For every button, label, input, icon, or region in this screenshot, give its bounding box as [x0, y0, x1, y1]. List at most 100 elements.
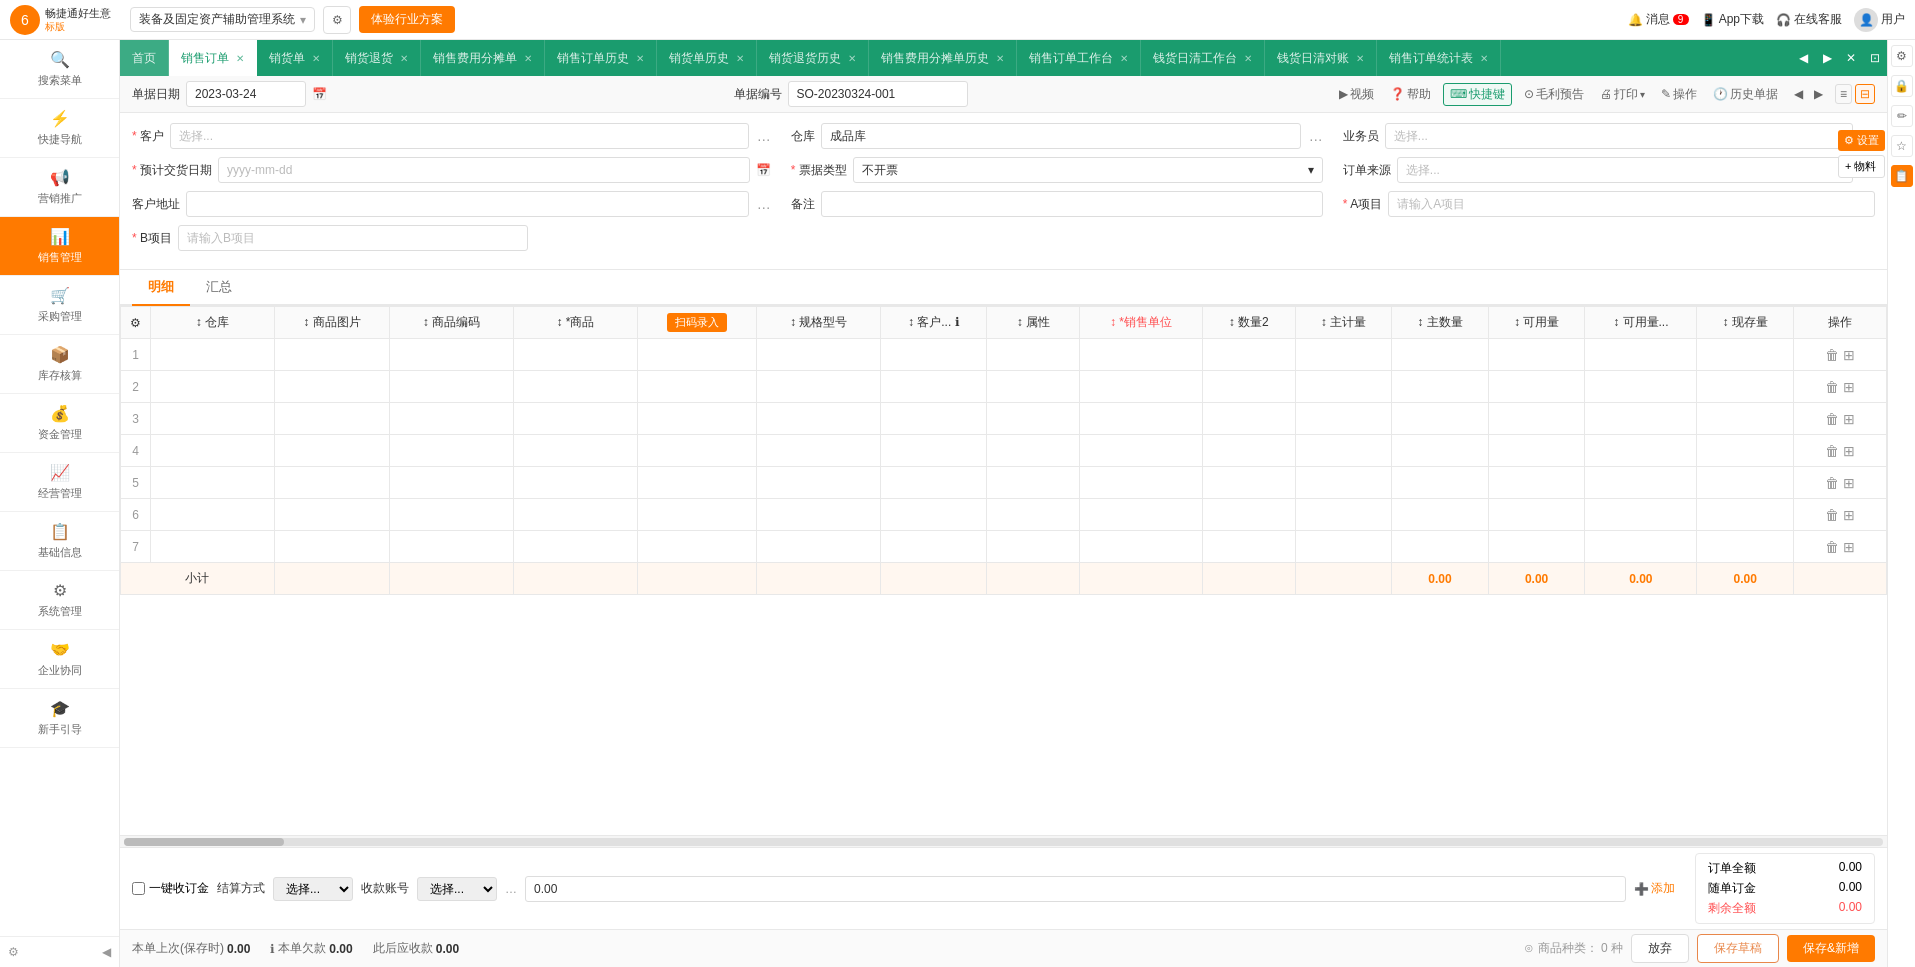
sidebar-item-basic[interactable]: 📋 基础信息	[0, 512, 119, 571]
row-avail2-3[interactable]	[1585, 403, 1697, 435]
row-main-unit-4[interactable]	[1295, 435, 1392, 467]
row-avail-6[interactable]	[1488, 499, 1585, 531]
tab-close-return[interactable]: ✕	[400, 53, 408, 64]
user-btn[interactable]: 👤 用户	[1854, 8, 1905, 32]
row-warehouse-4[interactable]	[151, 435, 275, 467]
th-code[interactable]: ↕ 商品编码	[390, 307, 514, 339]
sidebar-item-collaboration[interactable]: 🤝 企业协同	[0, 630, 119, 689]
th-unit[interactable]: ↕ *销售单位	[1080, 307, 1202, 339]
row-img-3[interactable]	[274, 403, 389, 435]
invoice-select[interactable]: 不开票 ▾	[853, 157, 1323, 183]
tab-invoice-history[interactable]: 销货单历史 ✕	[657, 40, 757, 76]
row-stock-7[interactable]	[1697, 531, 1794, 563]
delete-row-7-btn[interactable]: 🗑	[1825, 539, 1839, 555]
row-spec-2[interactable]	[757, 371, 881, 403]
address-input[interactable]	[186, 191, 749, 217]
row-avail2-6[interactable]	[1585, 499, 1697, 531]
print-btn[interactable]: 🖨 打印 ▾	[1596, 84, 1649, 105]
customer-more-btn[interactable]: …	[757, 128, 771, 144]
row-stock-5[interactable]	[1697, 467, 1794, 499]
row-unit-2[interactable]	[1080, 371, 1202, 403]
row-code-1[interactable]	[390, 339, 514, 371]
row-attr-1[interactable]	[987, 339, 1080, 371]
profit-btn[interactable]: ⊙ 毛利预告	[1520, 84, 1588, 105]
account-select[interactable]: 选择...	[417, 877, 497, 901]
th-spec[interactable]: ↕ 规格型号	[757, 307, 881, 339]
th-name[interactable]: ↕ *商品	[513, 307, 637, 339]
row-customer-7[interactable]	[881, 531, 987, 563]
row-stock-6[interactable]	[1697, 499, 1794, 531]
row-stock-1[interactable]	[1697, 339, 1794, 371]
th-avail2[interactable]: ↕ 可用量...	[1585, 307, 1697, 339]
table-container[interactable]: ⚙ ↕ 仓库 ↕ 商品图片 ↕ 商品编码 ↕ *商品	[120, 306, 1887, 835]
row-qty2-4[interactable]	[1202, 435, 1295, 467]
online-support-btn[interactable]: 🎧 在线客服	[1776, 11, 1842, 28]
delivery-calendar-icon[interactable]: 📅	[756, 163, 771, 177]
tab-close-return-history[interactable]: ✕	[848, 53, 856, 64]
row-name-5[interactable]	[513, 467, 637, 499]
row-name-3[interactable]	[513, 403, 637, 435]
row-main-qty-7[interactable]	[1392, 531, 1489, 563]
row-stock-3[interactable]	[1697, 403, 1794, 435]
row-avail-4[interactable]	[1488, 435, 1585, 467]
row-qty2-6[interactable]	[1202, 499, 1295, 531]
row-spec-5[interactable]	[757, 467, 881, 499]
date-input[interactable]	[186, 81, 306, 107]
row-avail2-7[interactable]	[1585, 531, 1697, 563]
th-stock[interactable]: ↕ 现存量	[1697, 307, 1794, 339]
tab-daily-workbench[interactable]: 钱货日清工作台 ✕	[1141, 40, 1265, 76]
tab-close-order-workbench[interactable]: ✕	[1120, 53, 1128, 64]
notice-btn[interactable]: 🔔 消息 9	[1628, 11, 1689, 28]
row-img-4[interactable]	[274, 435, 389, 467]
delete-row-5-btn[interactable]: 🗑	[1825, 475, 1839, 491]
tab-home[interactable]: 首页	[120, 40, 169, 76]
row-name-6[interactable]	[513, 499, 637, 531]
tab-close-sales-order[interactable]: ✕	[236, 53, 244, 64]
row-spec-3[interactable]	[757, 403, 881, 435]
staff-input[interactable]: 选择...	[1385, 123, 1853, 149]
row-attr-2[interactable]	[987, 371, 1080, 403]
th-attr[interactable]: ↕ 属性	[987, 307, 1080, 339]
scrollbar-thumb[interactable]	[124, 838, 284, 846]
tab-detail[interactable]: 明细	[132, 270, 190, 306]
source-input[interactable]: 选择...	[1397, 157, 1853, 183]
row-attr-6[interactable]	[987, 499, 1080, 531]
tab-close-cost-split[interactable]: ✕	[524, 53, 532, 64]
row-main-qty-2[interactable]	[1392, 371, 1489, 403]
help-btn[interactable]: ❓ 帮助	[1386, 84, 1435, 105]
row-warehouse-6[interactable]	[151, 499, 275, 531]
customer-input[interactable]: 选择...	[170, 123, 749, 149]
row-unit-3[interactable]	[1080, 403, 1202, 435]
tab-close-invoice-history[interactable]: ✕	[736, 53, 744, 64]
row-img-1[interactable]	[274, 339, 389, 371]
row-unit-6[interactable]	[1080, 499, 1202, 531]
sidebar-item-purchase[interactable]: 🛒 采购管理	[0, 276, 119, 335]
row-main-unit-1[interactable]	[1295, 339, 1392, 371]
th-qty2[interactable]: ↕ 数量2	[1202, 307, 1295, 339]
th-customer[interactable]: ↕ 客户... ℹ	[881, 307, 987, 339]
delete-row-4-btn[interactable]: 🗑	[1825, 443, 1839, 459]
row-customer-2[interactable]	[881, 371, 987, 403]
sidebar-item-management[interactable]: 📈 经营管理	[0, 453, 119, 512]
tab-cost-history[interactable]: 销售费用分摊单历史 ✕	[869, 40, 1017, 76]
tab-close-sales-invoice[interactable]: ✕	[312, 53, 320, 64]
row-main-qty-5[interactable]	[1392, 467, 1489, 499]
row-main-qty-4[interactable]	[1392, 435, 1489, 467]
th-main-qty[interactable]: ↕ 主数量	[1392, 307, 1489, 339]
row-warehouse-3[interactable]	[151, 403, 275, 435]
row-code-6[interactable]	[390, 499, 514, 531]
copy-row-5-btn[interactable]: ⊞	[1843, 475, 1855, 491]
row-avail-7[interactable]	[1488, 531, 1585, 563]
row-warehouse-2[interactable]	[151, 371, 275, 403]
row-code-3[interactable]	[390, 403, 514, 435]
deposit-amount-input[interactable]	[525, 876, 1626, 902]
row-customer-5[interactable]	[881, 467, 987, 499]
row-unit-1[interactable]	[1080, 339, 1202, 371]
row-img-6[interactable]	[274, 499, 389, 531]
delete-row-1-btn[interactable]: 🗑	[1825, 347, 1839, 363]
collapse-icon[interactable]: ◀	[102, 945, 111, 959]
row-attr-4[interactable]	[987, 435, 1080, 467]
tab-order-workbench[interactable]: 销售订单工作台 ✕	[1017, 40, 1141, 76]
row-warehouse-7[interactable]	[151, 531, 275, 563]
ellipsis-payment-btn[interactable]: …	[505, 882, 517, 896]
